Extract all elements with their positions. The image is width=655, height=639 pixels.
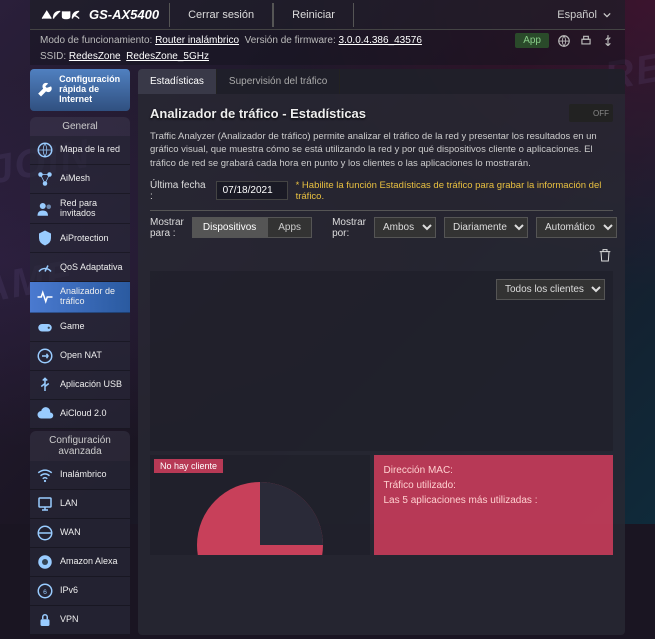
sidebar-item-alexa[interactable]: Amazon Alexa — [30, 548, 130, 577]
sidebar-item-vpn[interactable]: VPN — [30, 606, 130, 635]
tab-traffic-monitor[interactable]: Supervisión del tráfico — [217, 69, 340, 94]
no-client-badge: No hay cliente — [154, 459, 223, 473]
language-label: Español — [557, 9, 597, 21]
globe-icon — [36, 141, 54, 159]
sidebar-item-guest[interactable]: Red para invitados — [30, 194, 130, 225]
show-for-segmented: Dispositivos Apps — [192, 217, 312, 238]
mesh-icon — [36, 170, 54, 188]
logout-button[interactable]: Cerrar sesión — [169, 3, 273, 27]
firmware-link[interactable]: 3.0.0.4.386_43576 — [339, 35, 422, 46]
ssid1-link[interactable]: RedesZone — [69, 51, 121, 62]
ipv6-icon: 6 — [36, 582, 54, 600]
show-for-label: Mostrar para : — [150, 217, 184, 239]
section-advanced: Configuración avanzada — [30, 431, 130, 461]
panel-description: Traffic Analyzer (Analizador de tráfico)… — [150, 130, 613, 170]
divider — [150, 210, 613, 211]
language-selector[interactable]: Español — [543, 3, 625, 27]
pie-chart-icon — [190, 475, 330, 555]
sidebar-item-aiprotection[interactable]: AiProtection — [30, 224, 130, 253]
client-select[interactable]: Todos los clientes — [496, 279, 605, 300]
alexa-icon — [36, 553, 54, 571]
asus-logo-icon — [40, 8, 85, 22]
lan-icon — [36, 495, 54, 513]
tab-statistics[interactable]: Estadísticas — [138, 69, 217, 94]
sidebar-item-game[interactable]: Game — [30, 313, 130, 342]
sidebar-item-lan[interactable]: LAN — [30, 490, 130, 519]
section-general: General — [30, 117, 130, 136]
chevron-down-icon — [603, 11, 611, 19]
printer-icon[interactable] — [579, 34, 593, 48]
sidebar-item-network-map[interactable]: Mapa de la red — [30, 136, 130, 165]
date-input[interactable] — [216, 181, 288, 200]
mode-link[interactable]: Router inalámbrico — [155, 35, 239, 46]
top5-label: Las 5 aplicaciones más utilizadas : — [384, 495, 604, 506]
date-label: Última fecha : — [150, 180, 208, 202]
sidebar-item-opennat[interactable]: Open NAT — [30, 342, 130, 371]
chart-area: Todos los clientes — [150, 271, 613, 451]
sidebar-item-traffic-analyzer[interactable]: Analizador de tráfico — [30, 282, 130, 313]
ssid2-link[interactable]: RedesZone_5GHz — [126, 51, 209, 62]
client-info-box: Dirección MAC: Tráfico utilizado: Las 5 … — [374, 455, 614, 555]
shield-icon — [36, 229, 54, 247]
select-scale[interactable]: Automático — [536, 217, 617, 238]
warning-text: * Habilite la función Estadísticas de tr… — [296, 180, 613, 202]
reboot-button[interactable]: Reiniciar — [273, 3, 354, 27]
select-period[interactable]: Diariamente — [444, 217, 528, 238]
traffic-label: Tráfico utilizado: — [384, 480, 604, 491]
svg-text:6: 6 — [43, 589, 47, 596]
gauge-icon — [36, 258, 54, 276]
logo: GS-AX5400 — [30, 7, 169, 22]
users-icon — [36, 200, 54, 218]
sidebar-item-qos[interactable]: QoS Adaptativa — [30, 253, 130, 282]
info-line: Modo de funcionamiento: Router inalámbri… — [40, 35, 422, 46]
panel-title: Analizador de tráfico - Estadísticas — [150, 106, 366, 121]
usb-icon[interactable] — [601, 34, 615, 48]
wrench-icon — [36, 80, 53, 100]
gamepad-icon — [36, 318, 54, 336]
trash-icon[interactable] — [597, 247, 613, 263]
show-by-label: Mostrar por: — [332, 217, 366, 239]
mac-label: Dirección MAC: — [384, 465, 604, 476]
enable-toggle[interactable]: OFF — [569, 104, 613, 122]
cloud-icon — [36, 405, 54, 423]
content-panel: Estadísticas Supervisión del tráfico Ana… — [138, 69, 625, 635]
sidebar: Configuraciónrápida de Internet General … — [30, 69, 130, 635]
model-name: GS-AX5400 — [89, 7, 159, 22]
wan-icon — [36, 524, 54, 542]
nat-icon — [36, 347, 54, 365]
sidebar-item-aimesh[interactable]: AiMesh — [30, 165, 130, 194]
sidebar-item-wireless[interactable]: Inalámbrico — [30, 461, 130, 490]
globe-icon[interactable] — [557, 34, 571, 48]
sidebar-item-aicloud[interactable]: AiCloud 2.0 — [30, 400, 130, 429]
sidebar-item-ipv6[interactable]: 6IPv6 — [30, 577, 130, 606]
sidebar-item-usb-app[interactable]: Aplicación USB — [30, 371, 130, 400]
pie-chart-box: No hay cliente — [150, 455, 370, 555]
select-direction[interactable]: Ambos — [374, 217, 436, 238]
seg-devices[interactable]: Dispositivos — [192, 217, 267, 238]
quick-setup-button[interactable]: Configuraciónrápida de Internet — [30, 69, 130, 111]
app-badge[interactable]: App — [515, 33, 549, 48]
usb-icon — [36, 376, 54, 394]
wifi-icon — [36, 466, 54, 484]
pulse-icon — [36, 288, 54, 306]
seg-apps[interactable]: Apps — [267, 217, 312, 238]
lock-icon — [36, 611, 54, 629]
